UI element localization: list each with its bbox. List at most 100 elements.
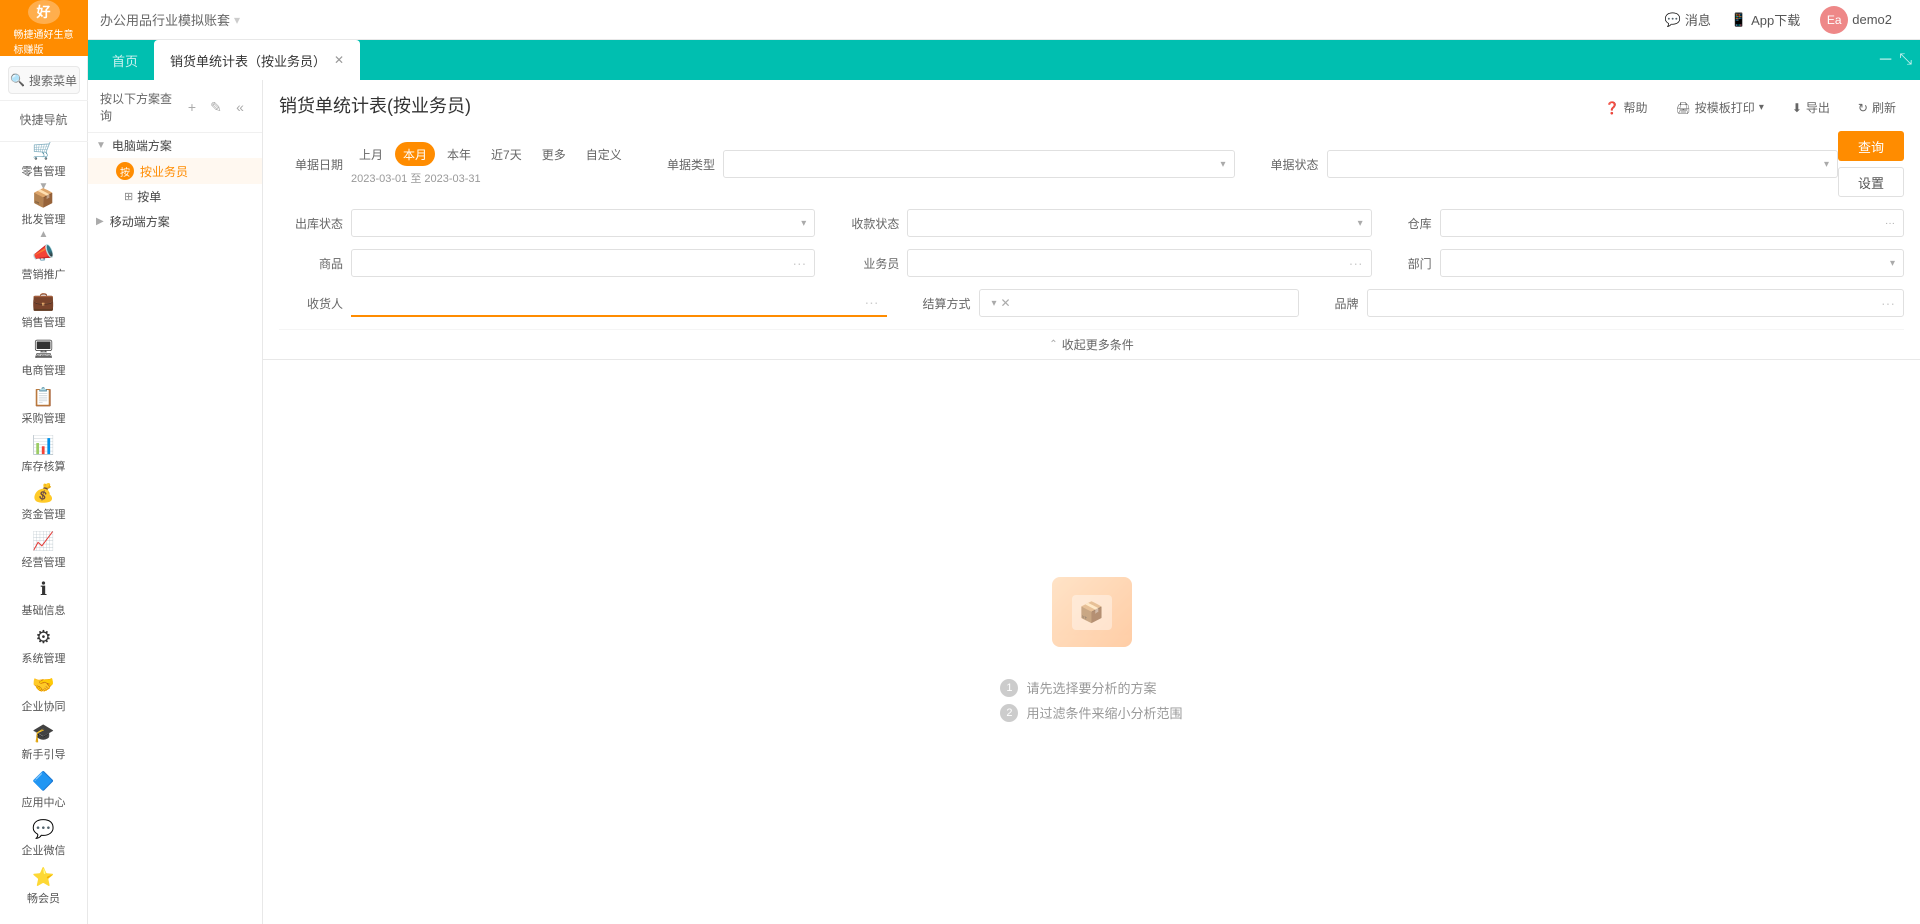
- sidebar-item-inventory[interactable]: 📊 库存核算: [0, 430, 88, 478]
- salesperson-dots[interactable]: ···: [1349, 255, 1363, 271]
- date-label: 单据日期: [279, 156, 351, 173]
- dept-select[interactable]: ▾: [1440, 249, 1904, 277]
- sidebar-item-member[interactable]: ⭐ 畅会员: [0, 862, 88, 910]
- page-title: 销货单统计表(按业务员): [279, 92, 471, 118]
- inventory-label: 库存核算: [22, 458, 66, 474]
- tab-minimize-btn[interactable]: ─: [1880, 51, 1891, 69]
- quick-nav-btn[interactable]: 快捷导航: [8, 105, 80, 133]
- tree-desktop-node[interactable]: ▼ 电脑端方案: [88, 133, 262, 158]
- empty-tips: 1 请先选择要分析的方案 2 用过滤条件来缩小分析范围: [1000, 678, 1182, 722]
- newbie-label: 新手引导: [22, 746, 66, 762]
- warehouse-select[interactable]: ···: [1440, 209, 1904, 237]
- sidebar-item-wholesale[interactable]: 📦 批发管理 ▲: [0, 190, 88, 238]
- query-btn[interactable]: 查询: [1838, 131, 1904, 161]
- goods-dots[interactable]: ···: [792, 255, 806, 271]
- tree-sub-node[interactable]: ⊞ 按单: [88, 184, 262, 209]
- recv-status-arrow: ▾: [1358, 218, 1363, 229]
- tab-sales-stat[interactable]: 销货单统计表（按业务员） ✕: [154, 40, 360, 80]
- out-status-select[interactable]: ▾: [351, 209, 815, 237]
- salesperson-select[interactable]: ···: [907, 249, 1371, 277]
- inventory-icon: 📊: [32, 435, 54, 456]
- tree-mobile-arrow: ▶: [96, 216, 104, 227]
- sidebar-item-system[interactable]: ⚙ 系统管理: [0, 622, 88, 670]
- out-status-label: 出库状态: [279, 215, 351, 232]
- sidebar-item-appstore[interactable]: 🔷 应用中心: [0, 766, 88, 814]
- sidebar-item-newbie[interactable]: 🎓 新手引导: [0, 718, 88, 766]
- sidebar-search-btn[interactable]: 🔍 搜索菜单: [8, 66, 80, 94]
- tip-num-2: 2: [1000, 704, 1018, 722]
- sales-icon: 💼: [32, 291, 54, 312]
- sidebar-item-basic[interactable]: ℹ 基础信息: [0, 574, 88, 622]
- refresh-btn[interactable]: ↻ 刷新: [1850, 96, 1904, 119]
- finance-icon: 💰: [32, 483, 54, 504]
- sidebar-item-marketing[interactable]: 📣 营销推广: [0, 238, 88, 286]
- doc-type-select[interactable]: ▾: [723, 150, 1235, 178]
- filter-row-3: 商品 ··· 业务员 ··· 部门 ▾: [279, 249, 1904, 277]
- avatar: Ea: [1820, 6, 1848, 34]
- recv-status-select[interactable]: ▾: [907, 209, 1371, 237]
- tabbar-controls: ─ ⤡: [1880, 51, 1912, 69]
- left-panel-collapse-btn[interactable]: «: [230, 97, 250, 117]
- sidebar-item-retail[interactable]: 🛒 零售管理 ▼: [0, 142, 88, 190]
- doc-type-arrow: ▾: [1220, 159, 1225, 170]
- date-btn-more[interactable]: 更多: [534, 142, 574, 166]
- collapse-icon: ⌃: [1049, 339, 1057, 350]
- receiver-select[interactable]: ···: [351, 289, 887, 317]
- sidebar-item-wechat[interactable]: 💬 企业微信: [0, 814, 88, 862]
- user-profile-btn[interactable]: Ea demo2: [1820, 6, 1892, 34]
- setting-btn[interactable]: 设置: [1838, 167, 1904, 197]
- left-panel-title: 按以下方案查询: [100, 90, 182, 124]
- sidebar-item-sales[interactable]: 💼 销售管理: [0, 286, 88, 334]
- help-btn[interactable]: ❓ 帮助: [1597, 96, 1656, 119]
- empty-tip-2: 2 用过滤条件来缩小分析范围: [1000, 703, 1182, 722]
- tab-home[interactable]: 首页: [96, 40, 154, 80]
- settle-clear-btn[interactable]: ✕: [1001, 296, 1011, 310]
- logo-icon: 好: [28, 0, 60, 24]
- date-btn-this-month[interactable]: 本月: [395, 142, 435, 166]
- quick-nav-area: 快捷导航: [0, 101, 88, 142]
- sidebar-item-operation[interactable]: 📈 经营管理: [0, 526, 88, 574]
- message-icon: 💬: [1665, 12, 1681, 28]
- logo[interactable]: 好 畅捷通好生意标赚版: [0, 0, 88, 56]
- appstore-label: 应用中心: [22, 794, 66, 810]
- receiver-dots[interactable]: ···: [865, 294, 879, 310]
- tree-active-salesperson[interactable]: 按 按业务员: [88, 158, 262, 184]
- print-btn[interactable]: 🖨 按模板打印 ▾: [1668, 96, 1772, 119]
- app-download-btn[interactable]: 📱 App下载: [1731, 10, 1800, 29]
- brand-select[interactable]: ···: [1367, 289, 1905, 317]
- left-panel-actions: + ✎ «: [182, 97, 250, 117]
- sidebar-item-enterprise[interactable]: 🤝 企业协同: [0, 670, 88, 718]
- date-filter: 上月 本月 本年 近7天 更多 自定义: [351, 142, 631, 166]
- collapse-btn[interactable]: ⌃ 收起更多条件: [1049, 336, 1133, 353]
- filter-row-1: 单据日期 上月 本月 本年 近7天 更多 自定义 2023-03-01 至 20…: [279, 131, 1904, 197]
- topbar: 办公用品行业模拟账套 ▾ 💬 消息 📱 App下载 Ea demo2: [88, 0, 1920, 40]
- topbar-dropdown-icon[interactable]: ▾: [234, 13, 240, 27]
- refresh-icon: ↻: [1858, 101, 1868, 115]
- retail-icon: 🛒: [32, 142, 54, 161]
- quick-nav-label: 快捷导航: [19, 111, 67, 128]
- help-label: 帮助: [1624, 99, 1648, 116]
- settle-tag[interactable]: ▾ ✕: [979, 289, 1299, 317]
- doc-status-select[interactable]: ▾: [1327, 150, 1839, 178]
- sidebar-item-finance[interactable]: 💰 资金管理: [0, 478, 88, 526]
- system-label: 系统管理: [22, 650, 66, 666]
- collapse-row: ⌃ 收起更多条件: [279, 329, 1904, 359]
- date-btn-prev-month[interactable]: 上月: [351, 142, 391, 166]
- tab-maximize-btn[interactable]: ⤡: [1899, 51, 1912, 69]
- date-btn-custom[interactable]: 自定义: [578, 142, 630, 166]
- tree-active-icon: 按: [116, 162, 134, 180]
- export-btn[interactable]: ⬇ 导出: [1784, 96, 1838, 119]
- goods-select[interactable]: ···: [351, 249, 815, 277]
- date-btn-this-year[interactable]: 本年: [439, 142, 479, 166]
- filter-area: 单据日期 上月 本月 本年 近7天 更多 自定义 2023-03-01 至 20…: [263, 119, 1920, 360]
- date-btn-7days[interactable]: 近7天: [483, 142, 530, 166]
- ecommerce-icon: 🖥: [32, 339, 55, 360]
- brand-dots[interactable]: ···: [1881, 295, 1895, 311]
- sidebar-item-purchase[interactable]: 📋 采购管理: [0, 382, 88, 430]
- messages-btn[interactable]: 💬 消息: [1665, 10, 1711, 29]
- left-panel-edit-btn[interactable]: ✎: [206, 97, 226, 117]
- tree-mobile-node[interactable]: ▶ 移动端方案: [88, 209, 262, 234]
- sidebar-item-ecommerce[interactable]: 🖥 电商管理: [0, 334, 88, 382]
- left-panel-add-btn[interactable]: +: [182, 97, 202, 117]
- tab-close-btn[interactable]: ✕: [334, 53, 344, 67]
